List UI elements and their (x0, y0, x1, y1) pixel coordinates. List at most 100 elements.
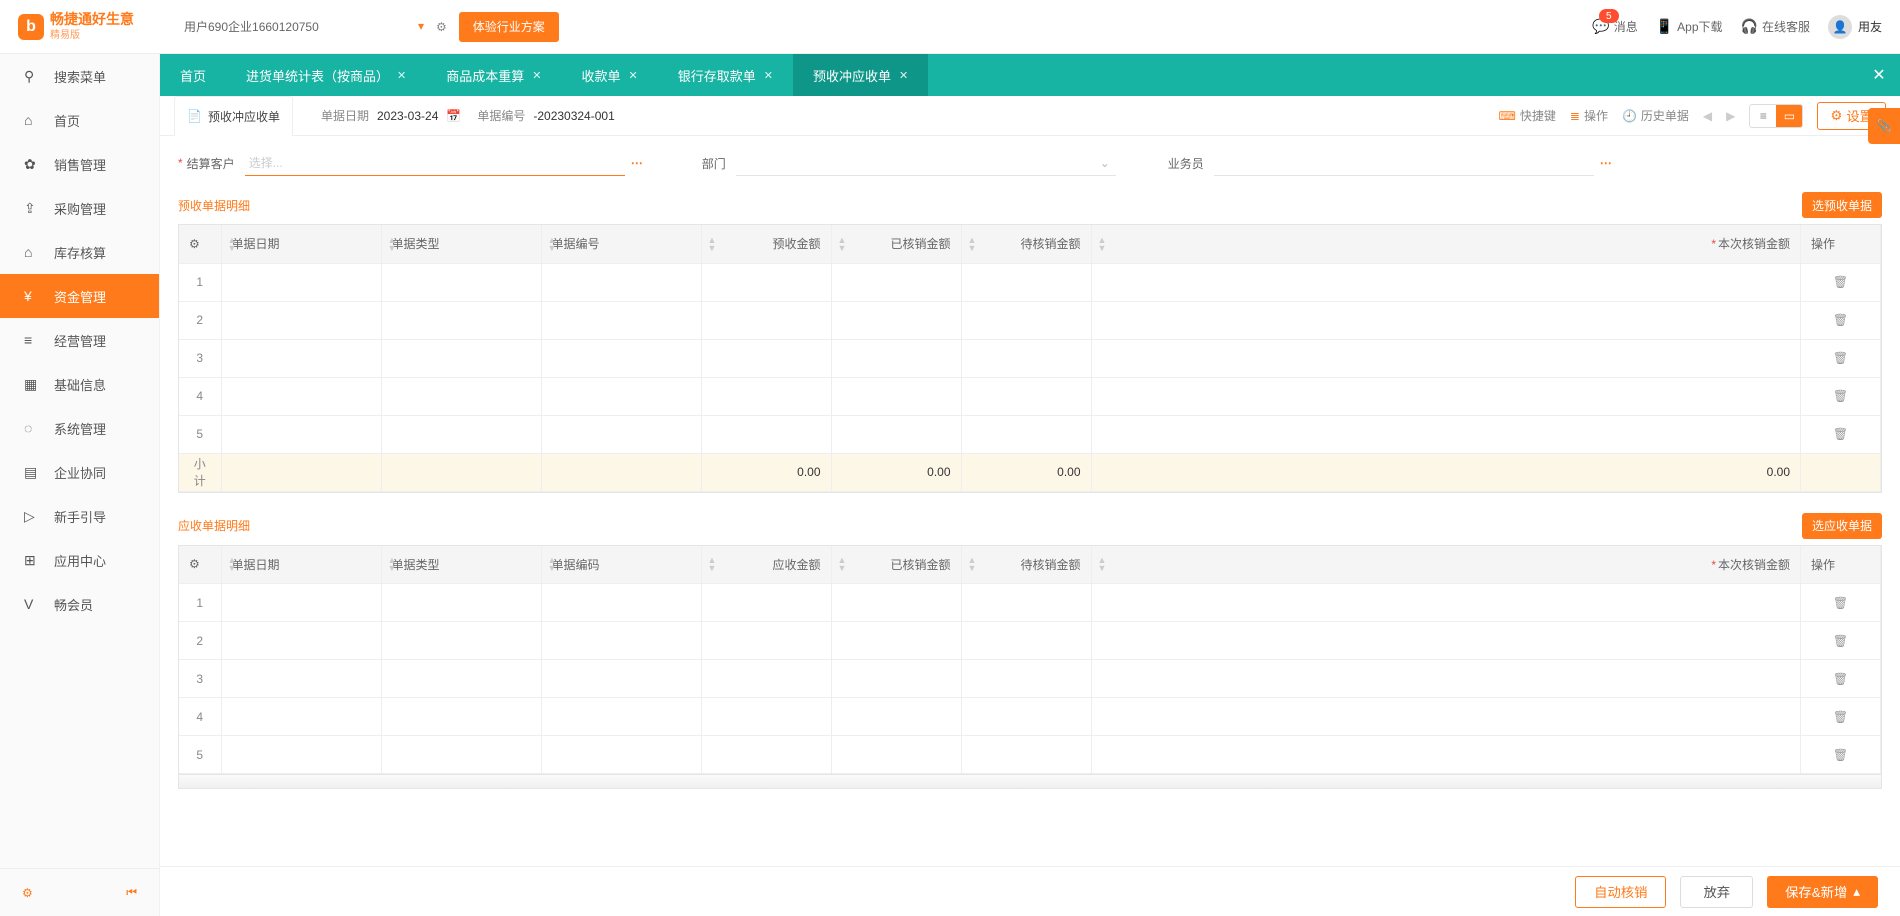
tab-4[interactable]: 银行存取款单✕ (658, 54, 793, 96)
table-row[interactable]: 5🗑 (179, 415, 1881, 453)
customer-input[interactable] (245, 150, 625, 176)
tabs-close-all[interactable]: ✕ (1858, 54, 1900, 96)
app-download-link[interactable]: 📱 App下载 (1656, 18, 1723, 35)
trash-icon[interactable]: 🗑 (1833, 351, 1848, 365)
message-link[interactable]: 💬 消息 (1592, 18, 1637, 35)
col-code[interactable]: ▲▼单据编号 (541, 225, 701, 263)
trash-icon[interactable]: 🗑 (1833, 748, 1848, 762)
table-row[interactable]: 3🗑 (179, 660, 1881, 698)
sidebar-item-5[interactable]: ¥资金管理 (0, 274, 159, 318)
trash-icon[interactable]: 🗑 (1833, 313, 1848, 327)
close-icon[interactable]: ✕ (397, 69, 406, 82)
trash-icon[interactable]: 🗑 (1833, 389, 1848, 403)
col-type[interactable]: ▲▼单据类型 (381, 225, 541, 263)
sidebar-item-8[interactable]: ◌系统管理 (0, 406, 159, 450)
support-link[interactable]: 🎧 在线客服 (1741, 18, 1810, 35)
col-rec[interactable]: ▲▼应收金额 (701, 546, 831, 584)
view-card[interactable]: ▭ (1776, 105, 1802, 127)
operate-link[interactable]: ≣操作 (1570, 107, 1608, 124)
trial-button[interactable]: 体验行业方案 (459, 12, 559, 42)
col-code[interactable]: ▲▼单据编码 (541, 546, 701, 584)
sidebar-item-label: 首页 (54, 111, 80, 130)
table-row[interactable]: 2🗑 (179, 301, 1881, 339)
chevron-down-icon[interactable]: ⌄ (1100, 156, 1110, 170)
select-receivable-button[interactable]: 选应收单据 (1802, 513, 1882, 539)
customer-more[interactable]: ⋯ (631, 156, 644, 170)
table-row[interactable]: 1🗑 (179, 584, 1881, 622)
settings-icon[interactable]: ⚙ (22, 886, 33, 900)
sidebar-item-11[interactable]: ⊞应用中心 (0, 538, 159, 582)
close-icon[interactable]: ✕ (899, 69, 908, 82)
trash-icon[interactable]: 🗑 (1833, 596, 1848, 610)
col-type[interactable]: ▲▼单据类型 (381, 546, 541, 584)
gear-icon[interactable]: ⚙ (436, 20, 447, 34)
view-list[interactable]: ≡ (1750, 105, 1776, 127)
tab-1[interactable]: 进货单统计表（按商品）✕ (226, 54, 426, 96)
tab-3[interactable]: 收款单✕ (561, 54, 657, 96)
sidebar-item-6[interactable]: ≡经营管理 (0, 318, 159, 362)
tab-5[interactable]: 预收冲应收单✕ (793, 54, 928, 96)
trash-icon[interactable]: 🗑 (1833, 634, 1848, 648)
tab-2[interactable]: 商品成本重算 ✕ (426, 54, 561, 96)
sidebar-item-7[interactable]: ▦基础信息 (0, 362, 159, 406)
close-icon[interactable]: ✕ (532, 69, 541, 82)
tenant-select[interactable]: 用户690企业1660120750 ▾ (184, 12, 424, 42)
document-header: 📄 预收冲应收单 单据日期 2023-03-24 📅 单据编号 -2023032… (160, 96, 1900, 136)
history-link[interactable]: 🕘历史单据 (1622, 107, 1689, 124)
save-and-new-button[interactable]: 保存&新增▴ (1767, 876, 1878, 908)
date-value[interactable]: 2023-03-24 (377, 109, 438, 123)
sidebar-item-10[interactable]: ▷新手引导 (0, 494, 159, 538)
sidebar-item-0[interactable]: ⚲搜索菜单 (0, 54, 159, 98)
col-date[interactable]: ▲▼单据日期 (221, 546, 381, 584)
trash-icon[interactable]: 🗑 (1833, 427, 1848, 441)
table-row[interactable]: 5🗑 (179, 736, 1881, 774)
row-index: 5 (179, 736, 221, 774)
table-row[interactable]: 4🗑 (179, 377, 1881, 415)
trash-icon[interactable]: 🗑 (1833, 710, 1848, 724)
next-doc[interactable]: ▶ (1726, 109, 1735, 123)
sidebar-item-4[interactable]: ⌂库存核算 (0, 230, 159, 274)
tab-label: 商品成本重算 (446, 66, 524, 85)
table-row[interactable]: 4🗑 (179, 698, 1881, 736)
table-settings[interactable]: ⚙ (179, 546, 221, 584)
biz-more[interactable]: ⋯ (1600, 156, 1613, 170)
trash-icon[interactable]: 🗑 (1833, 672, 1848, 686)
code-value: -20230324-001 (533, 109, 614, 123)
table-row[interactable]: 2🗑 (179, 622, 1881, 660)
cancel-button[interactable]: 放弃 (1680, 876, 1753, 908)
phone-icon: 📱 (1656, 18, 1673, 35)
close-icon[interactable]: ✕ (629, 69, 638, 82)
sidebar-item-1[interactable]: ⌂首页 (0, 98, 159, 142)
col-pend[interactable]: ▲▼待核销金额 (961, 546, 1091, 584)
horizontal-scrollbar[interactable] (178, 775, 1882, 789)
trash-icon[interactable]: 🗑 (1833, 275, 1848, 289)
shortcut-link[interactable]: ⌨快捷键 (1499, 107, 1556, 124)
sidebar-item-3[interactable]: ⇪采购管理 (0, 186, 159, 230)
table-settings[interactable]: ⚙ (179, 225, 221, 263)
table-row[interactable]: 1🗑 (179, 263, 1881, 301)
auto-writeoff-button[interactable]: 自动核销 (1575, 876, 1666, 908)
collapse-icon[interactable]: ⏮ (126, 885, 137, 900)
sidebar-item-2[interactable]: ✿销售管理 (0, 142, 159, 186)
col-cur[interactable]: ▲▼*本次核销金额 (1091, 546, 1801, 584)
sidebar-item-9[interactable]: ▤企业协同 (0, 450, 159, 494)
side-toolbox[interactable]: 📎 (1868, 108, 1900, 144)
col-date[interactable]: ▲▼单据日期 (221, 225, 381, 263)
col-pend[interactable]: ▲▼待核销金额 (961, 225, 1091, 263)
calendar-icon[interactable]: 📅 (446, 109, 461, 123)
biz-input[interactable] (1214, 150, 1594, 176)
tab-0[interactable]: 首页 (160, 54, 226, 96)
avatar[interactable]: 👤 (1828, 15, 1852, 39)
document-tab[interactable]: 📄 预收冲应收单 (174, 96, 293, 136)
close-icon[interactable]: ✕ (764, 69, 773, 82)
col-cur[interactable]: ▲▼*本次核销金额 (1091, 225, 1801, 263)
table-row[interactable]: 3🗑 (179, 339, 1881, 377)
col-ver[interactable]: ▲▼已核销金额 (831, 546, 961, 584)
chevron-down-icon: ▾ (418, 19, 424, 33)
sidebar-item-12[interactable]: V畅会员 (0, 582, 159, 626)
prev-doc[interactable]: ◀ (1703, 109, 1712, 123)
dept-input[interactable] (736, 150, 1116, 176)
select-prepaid-button[interactable]: 选预收单据 (1802, 192, 1882, 218)
col-pre[interactable]: ▲▼预收金额 (701, 225, 831, 263)
col-ver[interactable]: ▲▼已核销金额 (831, 225, 961, 263)
